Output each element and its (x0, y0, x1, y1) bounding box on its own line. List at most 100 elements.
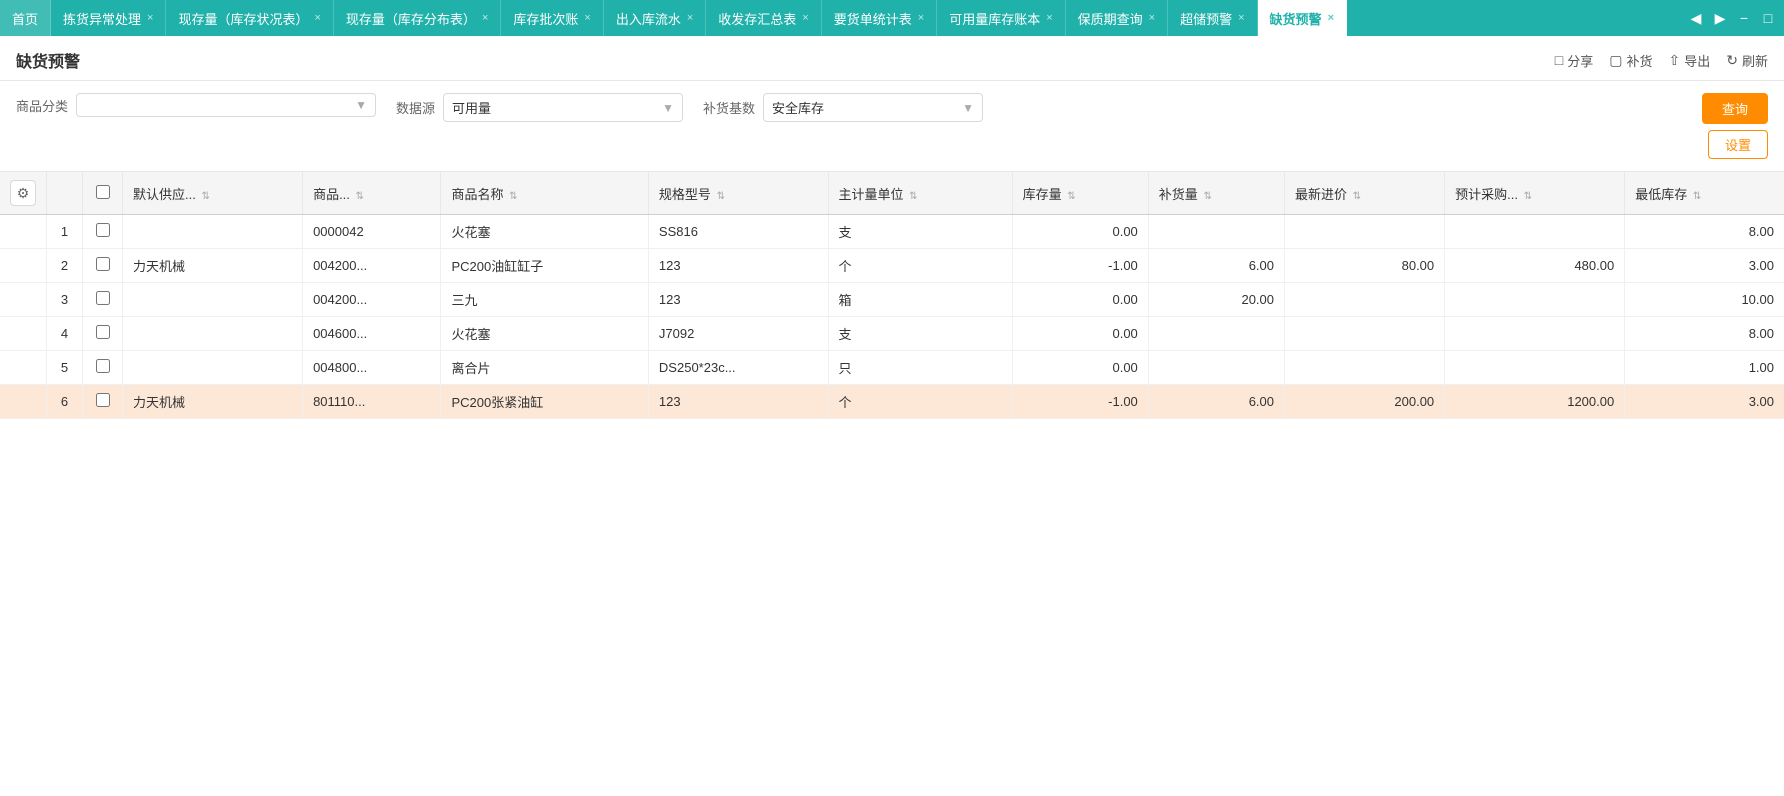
th-spec[interactable]: 规格型号 ⇅ (648, 172, 828, 215)
tab-close-icon[interactable]: × (1238, 12, 1244, 24)
th-check (83, 172, 123, 215)
th-stock[interactable]: 库存量 ⇅ (1012, 172, 1148, 215)
replenish-label: 补货 (1626, 51, 1652, 70)
replenish-button[interactable]: ▢ 补货 (1609, 51, 1652, 70)
row-checkbox[interactable] (96, 223, 110, 237)
tab-close-icon[interactable]: × (482, 12, 488, 24)
td-min-stock: 8.00 (1625, 317, 1784, 351)
tab-item-inout-flow[interactable]: 出入库流水× (604, 0, 706, 36)
share-button[interactable]: □ 分享 (1555, 51, 1593, 70)
tab-item-stock-dist[interactable]: 现存量（库存分布表）× (334, 0, 501, 36)
td-index: 3 (47, 283, 83, 317)
td-index: 1 (47, 215, 83, 249)
tab-item-expiry[interactable]: 保质期查询× (1066, 0, 1168, 36)
tab-label: 拣货异常处理 (63, 9, 141, 28)
td-settings (0, 249, 47, 283)
tab-close-icon[interactable]: × (918, 12, 924, 24)
th-index (47, 172, 83, 215)
th-min-stock[interactable]: 最低库存 ⇅ (1625, 172, 1784, 215)
export-button[interactable]: ⇧ 导出 (1669, 51, 1711, 70)
datasource-label: 数据源 (396, 98, 435, 117)
th-est-purchase[interactable]: 预计采购... ⇅ (1445, 172, 1625, 215)
row-checkbox[interactable] (96, 325, 110, 339)
tab-item-stock-status[interactable]: 现存量（库存状况表）× (166, 0, 333, 36)
tab-item-home[interactable]: 首页 (0, 0, 51, 36)
filter-bar: 商品分类 ▼ 数据源 可用量 ▼ 补货基数 安全库存 ▼ 查询 设置 (0, 81, 1784, 172)
td-spec: SS816 (648, 215, 828, 249)
table-body: 1 0000042 火花塞 SS816 支 0.00 8.00 2 力天机械 0… (0, 215, 1784, 419)
row-checkbox[interactable] (96, 393, 110, 407)
datasource-value: 可用量 (452, 98, 662, 117)
datasource-filter: 数据源 可用量 ▼ (396, 93, 683, 122)
datasource-select[interactable]: 可用量 ▼ (443, 93, 683, 122)
settings-button[interactable]: 设置 (1708, 130, 1768, 159)
td-check (83, 385, 123, 419)
td-settings (0, 283, 47, 317)
window-minimize-button[interactable]: − (1732, 6, 1756, 30)
base-select[interactable]: 安全库存 ▼ (763, 93, 983, 122)
row-checkbox[interactable] (96, 257, 110, 271)
td-latest-price (1285, 215, 1445, 249)
td-index: 6 (47, 385, 83, 419)
tab-label: 要货单统计表 (834, 9, 912, 28)
tab-close-icon[interactable]: × (687, 12, 693, 24)
tab-close-icon[interactable]: × (147, 12, 153, 24)
page-header: 缺货预警 □ 分享 ▢ 补货 ⇧ 导出 ↻ 刷新 (0, 36, 1784, 81)
tab-close-icon[interactable]: × (1046, 12, 1052, 24)
td-est-purchase: 480.00 (1445, 249, 1625, 283)
td-latest-price (1285, 317, 1445, 351)
category-select[interactable]: ▼ (76, 93, 376, 117)
tab-item-batch-account[interactable]: 库存批次账× (501, 0, 603, 36)
export-label: 导出 (1684, 51, 1710, 70)
td-settings (0, 385, 47, 419)
refresh-button[interactable]: ↻ 刷新 (1726, 51, 1768, 70)
tab-close-icon[interactable]: × (1149, 12, 1155, 24)
td-goods-name: PC200油缸缸子 (441, 249, 648, 283)
replenish-sort-icon: ⇅ (1203, 191, 1211, 202)
query-button[interactable]: 查询 (1702, 93, 1768, 124)
goods-code-sort-icon: ⇅ (356, 191, 364, 202)
td-latest-price (1285, 351, 1445, 385)
th-unit[interactable]: 主计量单位 ⇅ (828, 172, 1012, 215)
td-index: 2 (47, 249, 83, 283)
th-goods-name[interactable]: 商品名称 ⇅ (441, 172, 648, 215)
tab-item-overstock[interactable]: 超储预警× (1168, 0, 1257, 36)
td-goods-name: 三九 (441, 283, 648, 317)
tab-item-shortage[interactable]: 缺货预警× (1258, 0, 1347, 36)
td-latest-price (1285, 283, 1445, 317)
td-est-purchase: 1200.00 (1445, 385, 1625, 419)
th-replenish[interactable]: 补货量 ⇅ (1148, 172, 1284, 215)
tab-item-available-ledger[interactable]: 可用量库存账本× (937, 0, 1065, 36)
th-supplier[interactable]: 默认供应... ⇅ (123, 172, 303, 215)
th-latest-price[interactable]: 最新进价 ⇅ (1285, 172, 1445, 215)
td-min-stock: 3.00 (1625, 385, 1784, 419)
row-checkbox[interactable] (96, 359, 110, 373)
td-goods-name: 火花塞 (441, 317, 648, 351)
td-check (83, 249, 123, 283)
table-settings-gear[interactable]: ⚙ (10, 180, 36, 206)
tab-prev-button[interactable]: ◀ (1684, 6, 1708, 30)
tab-next-button[interactable]: ▶ (1708, 6, 1732, 30)
tab-item-collection[interactable]: 收发存汇总表× (706, 0, 821, 36)
tab-item-order-stat[interactable]: 要货单统计表 × (822, 0, 937, 36)
td-est-purchase (1445, 283, 1625, 317)
supplier-sort-icon: ⇅ (201, 191, 209, 202)
row-checkbox[interactable] (96, 291, 110, 305)
tab-close-icon[interactable]: × (802, 12, 808, 24)
tab-item-abnormal[interactable]: 拣货异常处理 × (51, 0, 166, 36)
tab-close-icon[interactable]: × (584, 12, 590, 24)
window-maximize-button[interactable]: □ (1756, 6, 1780, 30)
tab-close-icon[interactable]: × (1328, 12, 1334, 24)
tab-close-icon[interactable]: × (314, 12, 320, 24)
table-container: ⚙ 默认供应... ⇅ 商品... ⇅ 商品名称 (0, 172, 1784, 419)
td-latest-price: 200.00 (1285, 385, 1445, 419)
latest-price-sort-icon: ⇅ (1353, 191, 1361, 202)
table-row: 2 力天机械 004200... PC200油缸缸子 123 个 -1.00 6… (0, 249, 1784, 283)
th-goods-code[interactable]: 商品... ⇅ (303, 172, 441, 215)
td-goods-code: 004200... (303, 249, 441, 283)
td-goods-name: PC200张紧油缸 (441, 385, 648, 419)
th-est-purchase-label: 预计采购... (1455, 187, 1518, 202)
data-table: ⚙ 默认供应... ⇅ 商品... ⇅ 商品名称 (0, 172, 1784, 419)
select-all-checkbox[interactable] (96, 185, 110, 199)
td-min-stock: 10.00 (1625, 283, 1784, 317)
